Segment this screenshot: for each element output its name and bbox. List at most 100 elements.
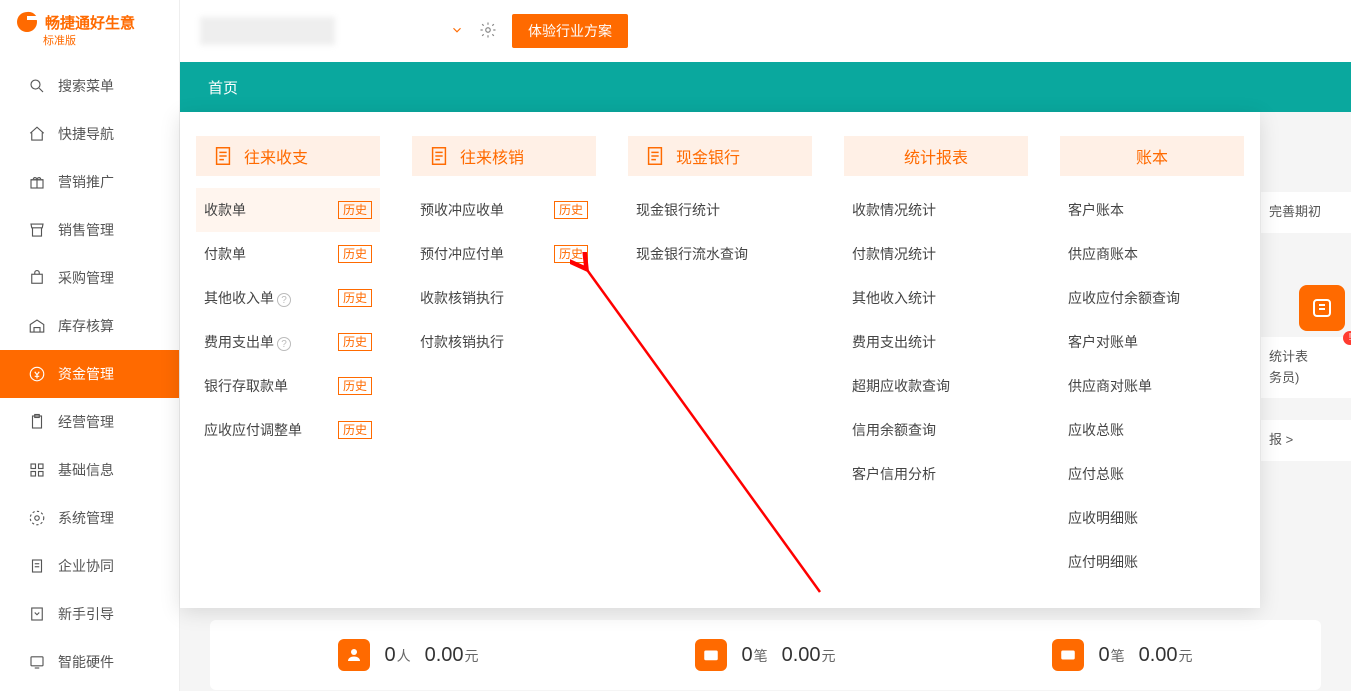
mega-item-label: 费用支出单? xyxy=(204,332,291,352)
mega-item-0-4[interactable]: 银行存取款单 历史 xyxy=(196,364,380,408)
mega-item-label: 供应商账本 xyxy=(1068,244,1138,264)
mega-item-0-1[interactable]: 付款单 历史 xyxy=(196,232,380,276)
mega-header: 往来核销 xyxy=(412,136,596,176)
mega-item-1-2[interactable]: 收款核销执行 xyxy=(412,276,596,320)
right-report-link[interactable]: 报 > xyxy=(1261,420,1351,461)
mega-item-0-3[interactable]: 费用支出单? 历史 xyxy=(196,320,380,364)
sidebar-item-11[interactable]: 新手引导 xyxy=(0,590,179,638)
sidebar-item-2[interactable]: 营销推广 xyxy=(0,158,179,206)
mega-item-label: 银行存取款单 xyxy=(204,376,288,396)
sidebar-item-label: 新手引导 xyxy=(58,604,114,624)
mega-item-3-4[interactable]: 超期应收款查询 xyxy=(844,364,1028,408)
mega-item-1-1[interactable]: 预付冲应付单历史 xyxy=(412,232,596,276)
mega-col-0: 往来收支收款单历史付款单历史其他收入单?历史费用支出单?历史银行存取款单历史应收… xyxy=(180,136,396,584)
mega-item-0-2[interactable]: 其他收入单?历史 xyxy=(196,276,380,320)
sidebar-nav: 搜索菜单快捷导航营销推广销售管理采购管理库存核算资金管理经营管理基础信息系统管理… xyxy=(0,62,179,686)
mega-item-label: 应付总账 xyxy=(1068,464,1124,484)
mega-item-label: 付款单 xyxy=(204,244,246,264)
topbar: 体验行业方案 xyxy=(180,0,1351,62)
mega-item-4-5[interactable]: 应收总账 xyxy=(1060,408,1244,452)
clipboard-icon xyxy=(28,413,46,431)
mega-item-3-6[interactable]: 客户信用分析 xyxy=(844,452,1028,496)
tv-icon xyxy=(28,653,46,671)
sidebar-item-1[interactable]: 快捷导航 xyxy=(0,110,179,158)
help-icon[interactable]: ? xyxy=(277,293,291,307)
mega-item-1-0[interactable]: 预收冲应收单历史 xyxy=(412,188,596,232)
mega-col-1: 往来核销预收冲应收单历史预付冲应付单历史收款核销执行付款核销执行 xyxy=(396,136,612,584)
mega-items: 收款情况统计付款情况统计其他收入统计费用支出统计超期应收款查询信用余额查询客户信… xyxy=(844,188,1028,496)
stat-customers: 0人 0.00元 xyxy=(338,639,478,671)
right-stat-icon[interactable] xyxy=(1299,285,1345,331)
mega-items: 客户账本供应商账本应收应付余额查询客户对账单供应商对账单应收总账应付总账应收明细… xyxy=(1060,188,1244,584)
alert-badge-icon: ! xyxy=(1343,331,1351,345)
mega-header-text: 往来核销 xyxy=(460,144,524,168)
mega-item-1-3[interactable]: 付款核销执行 xyxy=(412,320,596,364)
doc-icon xyxy=(428,145,450,167)
mega-item-3-5[interactable]: 信用余额查询 xyxy=(844,408,1028,452)
history-tag[interactable]: 历史 xyxy=(338,333,372,351)
history-tag[interactable]: 历史 xyxy=(338,377,372,395)
mega-items: 预收冲应收单历史预付冲应付单历史收款核销执行付款核销执行 xyxy=(412,188,596,364)
tab-home[interactable]: 首页 xyxy=(200,77,246,98)
warehouse-icon xyxy=(28,317,46,335)
mega-item-2-0[interactable]: 现金银行统计 xyxy=(628,188,812,232)
history-tag[interactable]: 历史 xyxy=(554,245,588,263)
history-tag[interactable]: 历史 xyxy=(338,201,372,219)
mega-header-text: 统计报表 xyxy=(904,144,968,168)
mega-item-label: 应收总账 xyxy=(1068,420,1124,440)
gear-icon[interactable] xyxy=(479,21,497,42)
search-icon xyxy=(28,77,46,95)
sidebar-item-12[interactable]: 智能硬件 xyxy=(0,638,179,686)
bottom-stats: 0人 0.00元 0笔 0.00元 0笔 0.00元 xyxy=(210,620,1321,690)
mega-item-label: 收款核销执行 xyxy=(420,288,504,308)
mega-item-4-7[interactable]: 应收明细账 xyxy=(1060,496,1244,540)
mega-col-4: 账本客户账本供应商账本应收应付余额查询客户对账单供应商对账单应收总账应付总账应收… xyxy=(1044,136,1260,584)
sidebar-item-3[interactable]: 销售管理 xyxy=(0,206,179,254)
mega-item-3-2[interactable]: 其他收入统计 xyxy=(844,276,1028,320)
gift-icon xyxy=(28,173,46,191)
sidebar-item-6[interactable]: 资金管理 xyxy=(0,350,179,398)
mega-item-3-0[interactable]: 收款情况统计 xyxy=(844,188,1028,232)
mega-menu-panel: 往来收支收款单历史付款单历史其他收入单?历史费用支出单?历史银行存取款单历史应收… xyxy=(180,112,1260,608)
sidebar-item-8[interactable]: 基础信息 xyxy=(0,446,179,494)
sidebar-item-7[interactable]: 经营管理 xyxy=(0,398,179,446)
mega-item-3-3[interactable]: 费用支出统计 xyxy=(844,320,1028,364)
org-name-blurred xyxy=(200,17,335,45)
mega-item-4-1[interactable]: 供应商账本 xyxy=(1060,232,1244,276)
history-tag[interactable]: 历史 xyxy=(338,245,372,263)
history-tag[interactable]: 历史 xyxy=(338,289,372,307)
mega-item-4-3[interactable]: 客户对账单 xyxy=(1060,320,1244,364)
mega-item-4-2[interactable]: 应收应付余额查询 xyxy=(1060,276,1244,320)
mega-item-label: 收款情况统计 xyxy=(852,200,936,220)
right-stat-label[interactable]: 统计表 ! 务员) xyxy=(1261,337,1351,399)
history-tag[interactable]: 历史 xyxy=(338,421,372,439)
sidebar-item-10[interactable]: 企业协同 xyxy=(0,542,179,590)
mega-item-4-8[interactable]: 应付明细账 xyxy=(1060,540,1244,584)
history-tag[interactable]: 历史 xyxy=(554,201,588,219)
mega-item-3-1[interactable]: 付款情况统计 xyxy=(844,232,1028,276)
sidebar-item-label: 基础信息 xyxy=(58,460,114,480)
money-icon xyxy=(28,365,46,383)
sidebar-item-label: 系统管理 xyxy=(58,508,114,528)
mega-item-label: 其他收入统计 xyxy=(852,288,936,308)
mega-item-0-0[interactable]: 收款单历史 xyxy=(196,188,380,232)
mega-item-label: 应收应付调整单 xyxy=(204,420,302,440)
sidebar-item-5[interactable]: 库存核算 xyxy=(0,302,179,350)
mega-header-text: 账本 xyxy=(1136,144,1168,168)
mega-header-text: 往来收支 xyxy=(244,144,308,168)
sidebar-item-9[interactable]: 系统管理 xyxy=(0,494,179,542)
content-area: 首页 往来收支收款单历史付款单历史其他收入单?历史费用支出单?历史银行存取款单历… xyxy=(180,62,1351,691)
sidebar-item-4[interactable]: 采购管理 xyxy=(0,254,179,302)
mega-item-2-1[interactable]: 现金银行流水查询 xyxy=(628,232,812,276)
right-hint-1[interactable]: 完善期初 xyxy=(1261,192,1351,233)
mega-item-4-6[interactable]: 应付总账 xyxy=(1060,452,1244,496)
mega-item-0-5[interactable]: 应收应付调整单 历史 xyxy=(196,408,380,452)
mega-item-4-4[interactable]: 供应商对账单 xyxy=(1060,364,1244,408)
chevron-down-icon[interactable] xyxy=(450,23,464,40)
help-icon[interactable]: ? xyxy=(277,337,291,351)
industry-plan-button[interactable]: 体验行业方案 xyxy=(512,14,628,48)
mega-item-label: 付款情况统计 xyxy=(852,244,936,264)
mega-item-4-0[interactable]: 客户账本 xyxy=(1060,188,1244,232)
sidebar-item-0[interactable]: 搜索菜单 xyxy=(0,62,179,110)
mega-header: 现金银行 xyxy=(628,136,812,176)
